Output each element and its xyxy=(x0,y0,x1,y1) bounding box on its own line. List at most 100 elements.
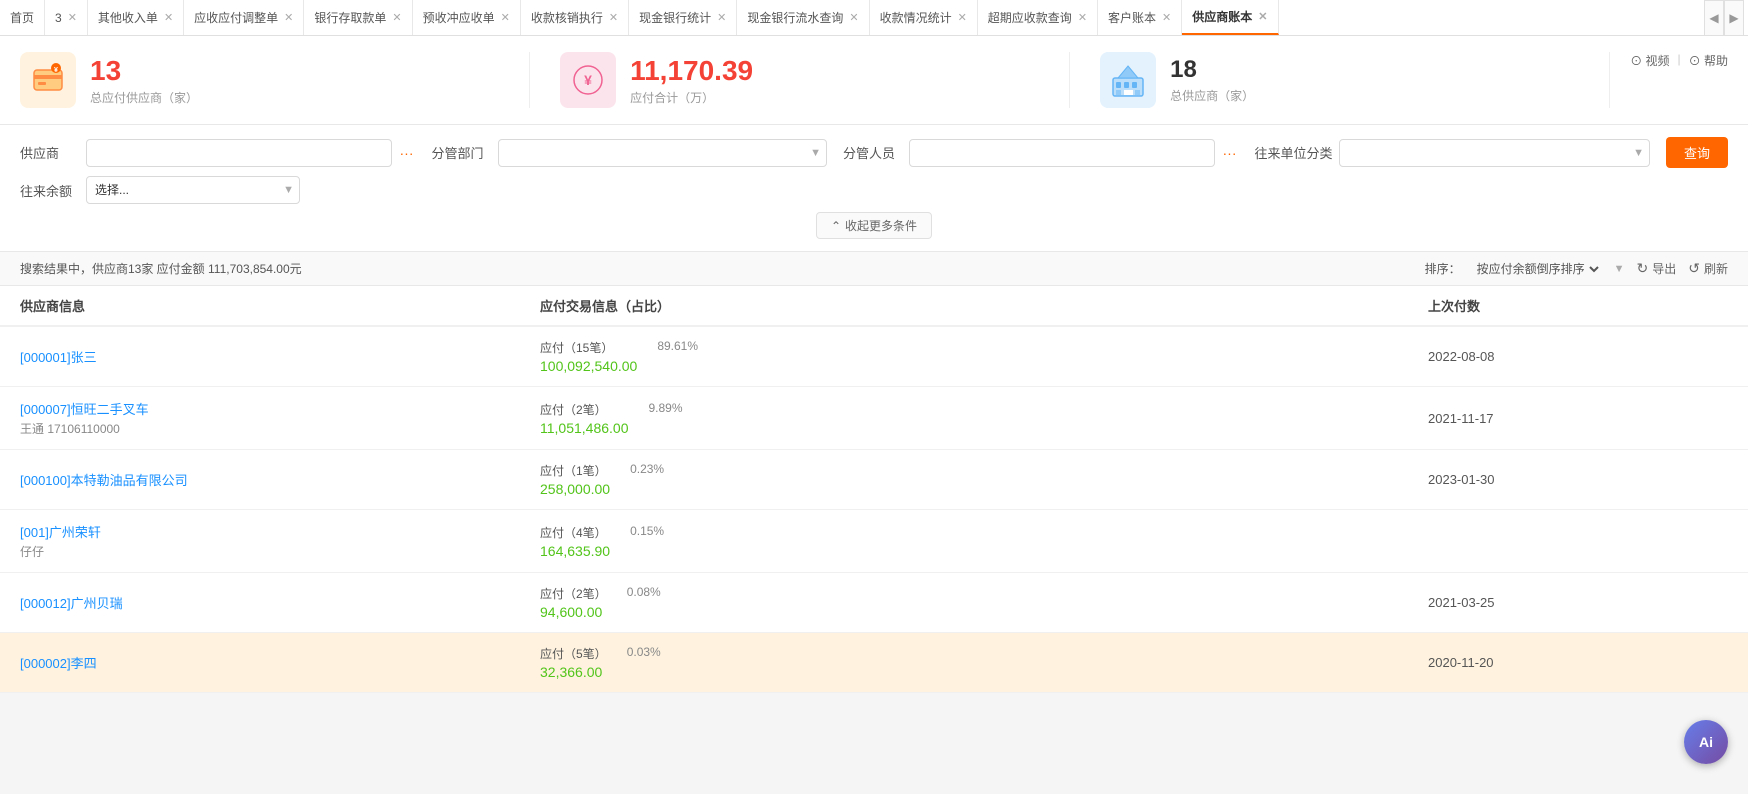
nav-tab-cash-stat-label: 现金银行统计 xyxy=(639,9,711,26)
total-suppliers-icon xyxy=(1100,52,1156,108)
svg-text:¥: ¥ xyxy=(584,72,592,88)
tx-percent-3: 0.23% xyxy=(630,462,664,476)
nav-tab-receipt-verify[interactable]: 收款核销执行 ✕ xyxy=(521,0,629,35)
results-actions: 排序： 按应付余额倒序排序 ▼ ↻ 导出 ↺ 刷新 xyxy=(1425,260,1728,277)
supplier-info-6: [000002]李四 xyxy=(20,653,540,672)
sort-label: 排序： xyxy=(1425,260,1461,277)
filter-supplier-label: 供应商 xyxy=(20,143,80,162)
tx-percent-1: 89.61% xyxy=(657,339,698,353)
nav-scroll-arrows: ◀ ▶ xyxy=(1700,0,1748,36)
summary-total-suppliers-text: 18 总供应商（家） xyxy=(1170,56,1254,104)
ai-button-label: Ai xyxy=(1699,734,1713,750)
tx-label-3: 应付（1笔） xyxy=(540,462,610,479)
nav-tab-supplier-ledger-close[interactable]: ✕ xyxy=(1258,10,1267,23)
nav-tab-cash-flow[interactable]: 现金银行流水查询 ✕ xyxy=(737,0,869,35)
tx-detail-5: 应付（2笔） 94,600.00 xyxy=(540,585,607,620)
table-header: 供应商信息 应付交易信息（占比） 上次付数 xyxy=(0,286,1748,327)
total-suppliers-label: 总供应商（家） xyxy=(1170,87,1254,104)
last-pay-1: 2022-08-08 xyxy=(1428,349,1728,364)
transaction-info-1: 应付（15笔） 100,092,540.00 89.61% xyxy=(540,339,1428,374)
nav-tab-receipt-stat[interactable]: 收款情况统计 ✕ xyxy=(870,0,978,35)
collapse-area: ⌃ 收起更多条件 xyxy=(20,212,1728,239)
dept-select-wrapper: ▼ xyxy=(498,139,828,167)
filter-supplier: 供应商 ··· xyxy=(20,139,416,167)
nav-tab-bank-deposit[interactable]: 银行存取款单 ✕ xyxy=(304,0,412,35)
nav-tab-cash-flow-label: 现金银行流水查询 xyxy=(747,9,843,26)
nav-tab-bank-deposit-label: 银行存取款单 xyxy=(314,9,386,26)
sort-select[interactable]: 按应付余额倒序排序 xyxy=(1473,261,1602,277)
collapse-button[interactable]: ⌃ 收起更多条件 xyxy=(816,212,932,239)
nav-tab-cash-flow-close[interactable]: ✕ xyxy=(849,11,858,24)
export-button[interactable]: ↻ 导出 xyxy=(1637,260,1677,277)
nav-arrow-right[interactable]: ▶ xyxy=(1724,0,1744,36)
nav-tab-customer-ledger-label: 客户账本 xyxy=(1108,9,1156,26)
nav-tab-receipt-stat-close[interactable]: ✕ xyxy=(958,11,967,24)
tx-detail-6: 应付（5笔） 32,366.00 xyxy=(540,645,607,680)
nav-tab-bank-deposit-close[interactable]: ✕ xyxy=(392,11,401,24)
supplier-name-link-2[interactable]: [000007]恒旺二手叉车 xyxy=(20,402,149,417)
top-right-links: ⊙ 视频 | ⊙ 帮助 xyxy=(1610,52,1728,108)
tx-amount-6: 32,366.00 xyxy=(540,664,607,680)
nav-arrow-left[interactable]: ◀ xyxy=(1704,0,1724,36)
filter-area: 供应商 ··· 分管部门 ▼ 分管人员 ··· 往来单位分类 xyxy=(0,125,1748,252)
nav-tab-3-close[interactable]: ✕ xyxy=(68,11,77,24)
nav-tab-3[interactable]: 3 ✕ xyxy=(45,0,88,35)
filter-balance-label: 往来余额 xyxy=(20,181,80,200)
person-dots-btn[interactable]: ··· xyxy=(1221,145,1239,161)
transaction-info-5: 应付（2笔） 94,600.00 0.08% xyxy=(540,585,1428,620)
supplier-name-link-1[interactable]: [000001]张三 xyxy=(20,350,97,365)
search-button[interactable]: 查询 xyxy=(1666,137,1728,168)
refresh-label: 刷新 xyxy=(1704,260,1728,277)
nav-tab-supplier-ledger-label: 供应商账本 xyxy=(1192,8,1252,25)
supplier-name-link-4[interactable]: [001]广州荣轩 xyxy=(20,525,101,540)
nav-tab-customer-ledger[interactable]: 客户账本 ✕ xyxy=(1098,0,1182,35)
tx-percent-5: 0.08% xyxy=(627,585,661,599)
nav-tab-home[interactable]: 首页 xyxy=(0,0,45,35)
tx-label-5: 应付（2笔） xyxy=(540,585,607,602)
supplier-name-link-3[interactable]: [000100]本特勒油品有限公司 xyxy=(20,473,188,488)
nav-tab-receipt-verify-close[interactable]: ✕ xyxy=(609,11,618,24)
nav-tab-overdue-ar[interactable]: 超期应收款查询 ✕ xyxy=(978,0,1098,35)
tx-detail-1: 应付（15笔） 100,092,540.00 xyxy=(540,339,637,374)
transaction-info-4: 应付（4笔） 164,635.90 0.15% xyxy=(540,524,1428,559)
refresh-button[interactable]: ↺ 刷新 xyxy=(1688,260,1728,277)
nav-tab-overdue-ar-close[interactable]: ✕ xyxy=(1078,11,1087,24)
nav-tab-cash-stat[interactable]: 现金银行统计 ✕ xyxy=(629,0,737,35)
supplier-info-2: [000007]恒旺二手叉车 王通 17106110000 xyxy=(20,399,540,437)
video-link[interactable]: ⊙ 视频 xyxy=(1630,52,1669,69)
supplier-name-link-6[interactable]: [000002]李四 xyxy=(20,656,97,671)
supplier-contact-2: 王通 17106110000 xyxy=(20,420,540,437)
supplier-dots-btn[interactable]: ··· xyxy=(398,145,416,161)
nav-tab-supplier-ledger[interactable]: 供应商账本 ✕ xyxy=(1182,0,1278,35)
help-link[interactable]: ⊙ 帮助 xyxy=(1689,52,1728,69)
nav-tab-other-income-close[interactable]: ✕ xyxy=(164,11,173,24)
total-suppliers-value: 18 xyxy=(1170,56,1254,85)
collapse-arrow-icon: ⌃ xyxy=(831,219,841,233)
nav-tab-other-income[interactable]: 其他收入单 ✕ xyxy=(88,0,184,35)
nav-tab-cash-stat-close[interactable]: ✕ xyxy=(717,11,726,24)
nav-tab-ar-ap-adjust[interactable]: 应收应付调整单 ✕ xyxy=(184,0,304,35)
supplier-name-link-5[interactable]: [000012]广州贝瑞 xyxy=(20,596,123,611)
tx-label-1: 应付（15笔） xyxy=(540,339,637,356)
col-header-transaction: 应付交易信息（占比） xyxy=(540,296,1428,315)
nav-tab-advance-ar[interactable]: 预收冲应收单 ✕ xyxy=(413,0,521,35)
category-select[interactable] xyxy=(1339,139,1650,167)
tx-amount-1: 100,092,540.00 xyxy=(540,358,637,374)
supplier-input[interactable] xyxy=(86,139,392,167)
tx-detail-3: 应付（1笔） 258,000.00 xyxy=(540,462,610,497)
balance-select[interactable]: 选择... xyxy=(86,176,300,204)
person-input[interactable] xyxy=(909,139,1215,167)
nav-tab-ar-ap-adjust-close[interactable]: ✕ xyxy=(284,11,293,24)
nav-tab-advance-ar-close[interactable]: ✕ xyxy=(501,11,510,24)
tx-amount-5: 94,600.00 xyxy=(540,604,607,620)
tx-percent-4: 0.15% xyxy=(630,524,664,538)
supplier-contact-4: 仔仔 xyxy=(20,543,540,560)
tx-percent-2: 9.89% xyxy=(649,401,683,415)
payable-suppliers-label: 总应付供应商（家） xyxy=(90,89,198,106)
payable-suppliers-icon: ¥ xyxy=(20,52,76,108)
ai-assistant-button[interactable]: Ai xyxy=(1684,720,1728,764)
dept-select[interactable] xyxy=(498,139,828,167)
last-pay-5: 2021-03-25 xyxy=(1428,595,1728,610)
nav-tab-home-label: 首页 xyxy=(10,9,34,26)
nav-tab-customer-ledger-close[interactable]: ✕ xyxy=(1162,11,1171,24)
